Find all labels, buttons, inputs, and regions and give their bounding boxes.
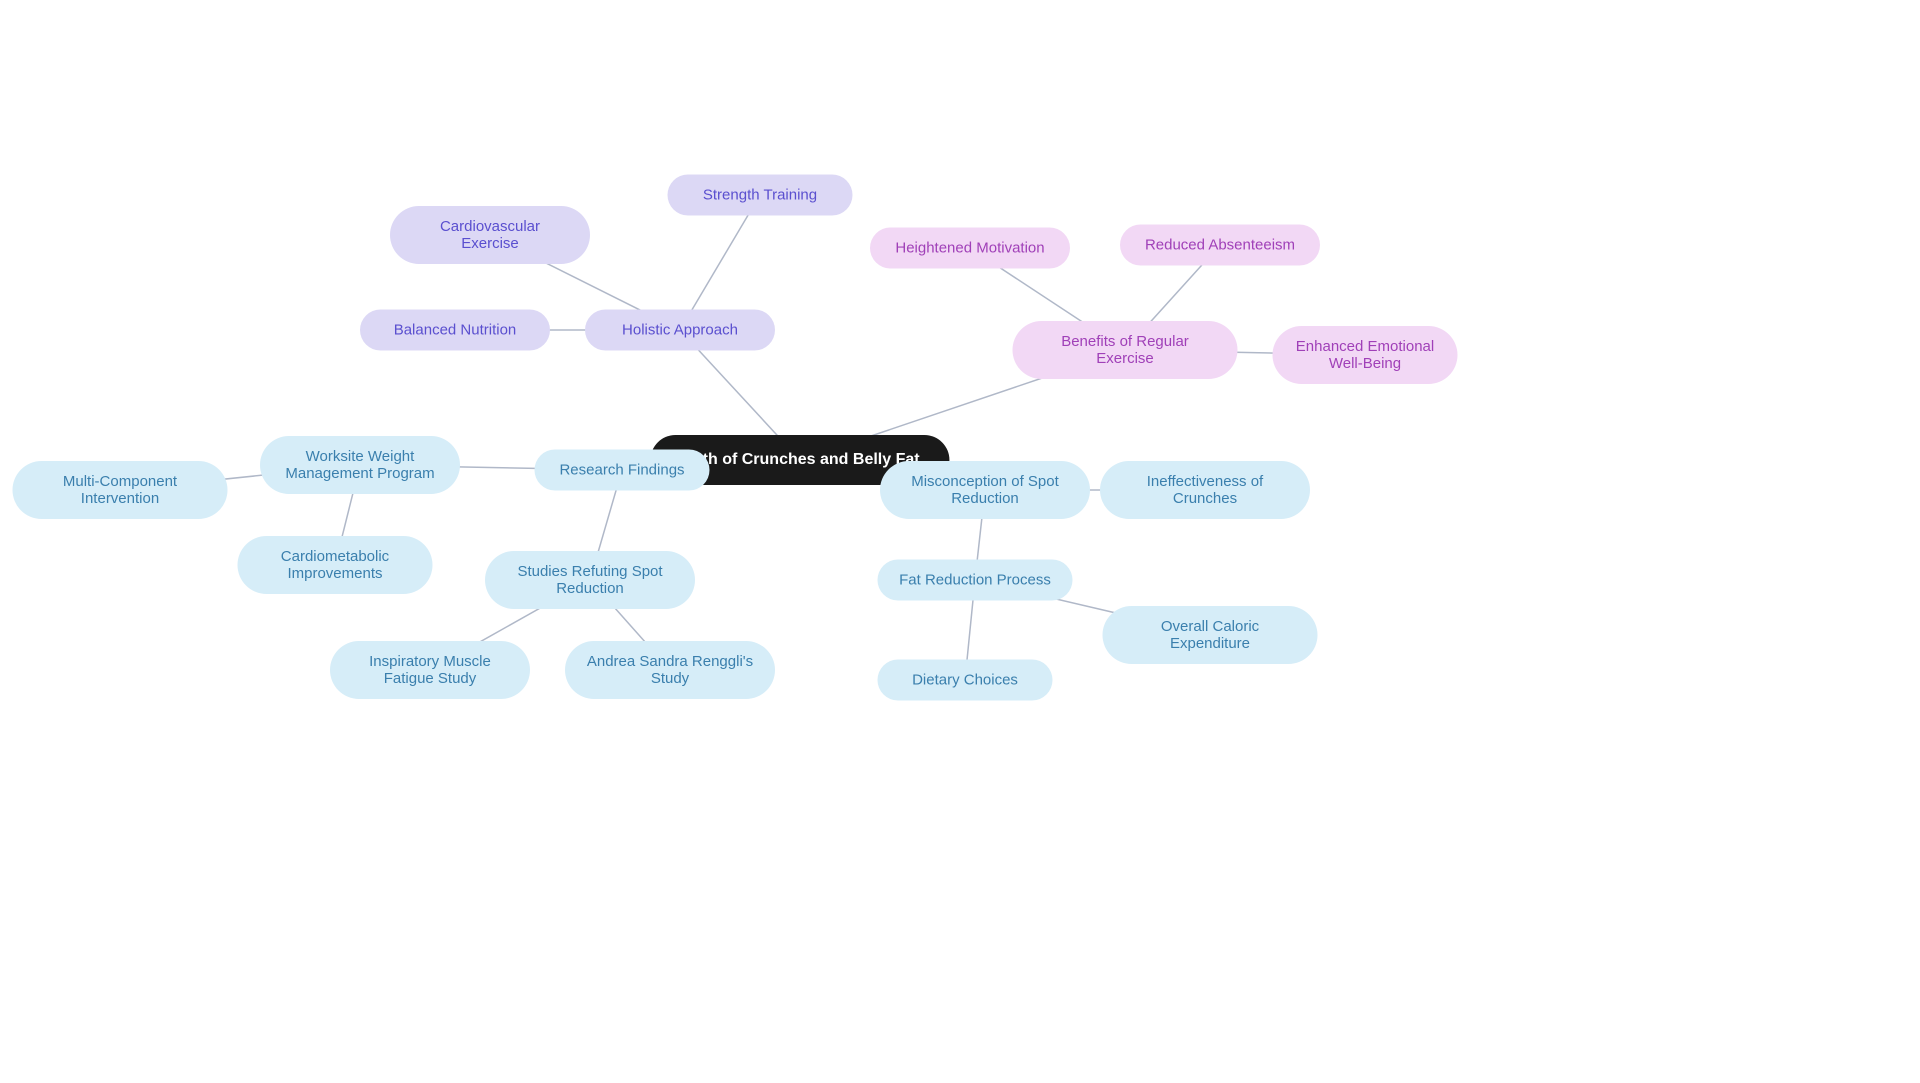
node-balanced[interactable]: Balanced Nutrition (360, 310, 550, 351)
node-motivation[interactable]: Heightened Motivation (870, 228, 1070, 269)
node-inspiratory[interactable]: Inspiratory Muscle Fatigue Study (330, 641, 530, 699)
node-ineffective[interactable]: Ineffectiveness of Crunches (1100, 461, 1310, 519)
node-benefits[interactable]: Benefits of Regular Exercise (1013, 321, 1238, 379)
node-worksite[interactable]: Worksite Weight Management Program (260, 436, 460, 494)
node-emotional[interactable]: Enhanced Emotional Well-Being (1273, 326, 1458, 384)
node-strength[interactable]: Strength Training (668, 175, 853, 216)
node-caloric[interactable]: Overall Caloric Expenditure (1103, 606, 1318, 664)
node-holistic[interactable]: Holistic Approach (585, 310, 775, 351)
node-cardiometa[interactable]: Cardiometabolic Improvements (238, 536, 433, 594)
node-fatreduction[interactable]: Fat Reduction Process (878, 560, 1073, 601)
node-research[interactable]: Research Findings (535, 450, 710, 491)
node-dietary[interactable]: Dietary Choices (878, 660, 1053, 701)
mindmap-container: Myth of Crunches and Belly FatHolistic A… (0, 0, 1920, 1083)
node-cardiovascular[interactable]: Cardiovascular Exercise (390, 206, 590, 264)
node-andrea[interactable]: Andrea Sandra Renggli's Study (565, 641, 775, 699)
node-studies[interactable]: Studies Refuting Spot Reduction (485, 551, 695, 609)
node-absenteeism[interactable]: Reduced Absenteeism (1120, 225, 1320, 266)
node-multicomp[interactable]: Multi-Component Intervention (13, 461, 228, 519)
node-misconception[interactable]: Misconception of Spot Reduction (880, 461, 1090, 519)
